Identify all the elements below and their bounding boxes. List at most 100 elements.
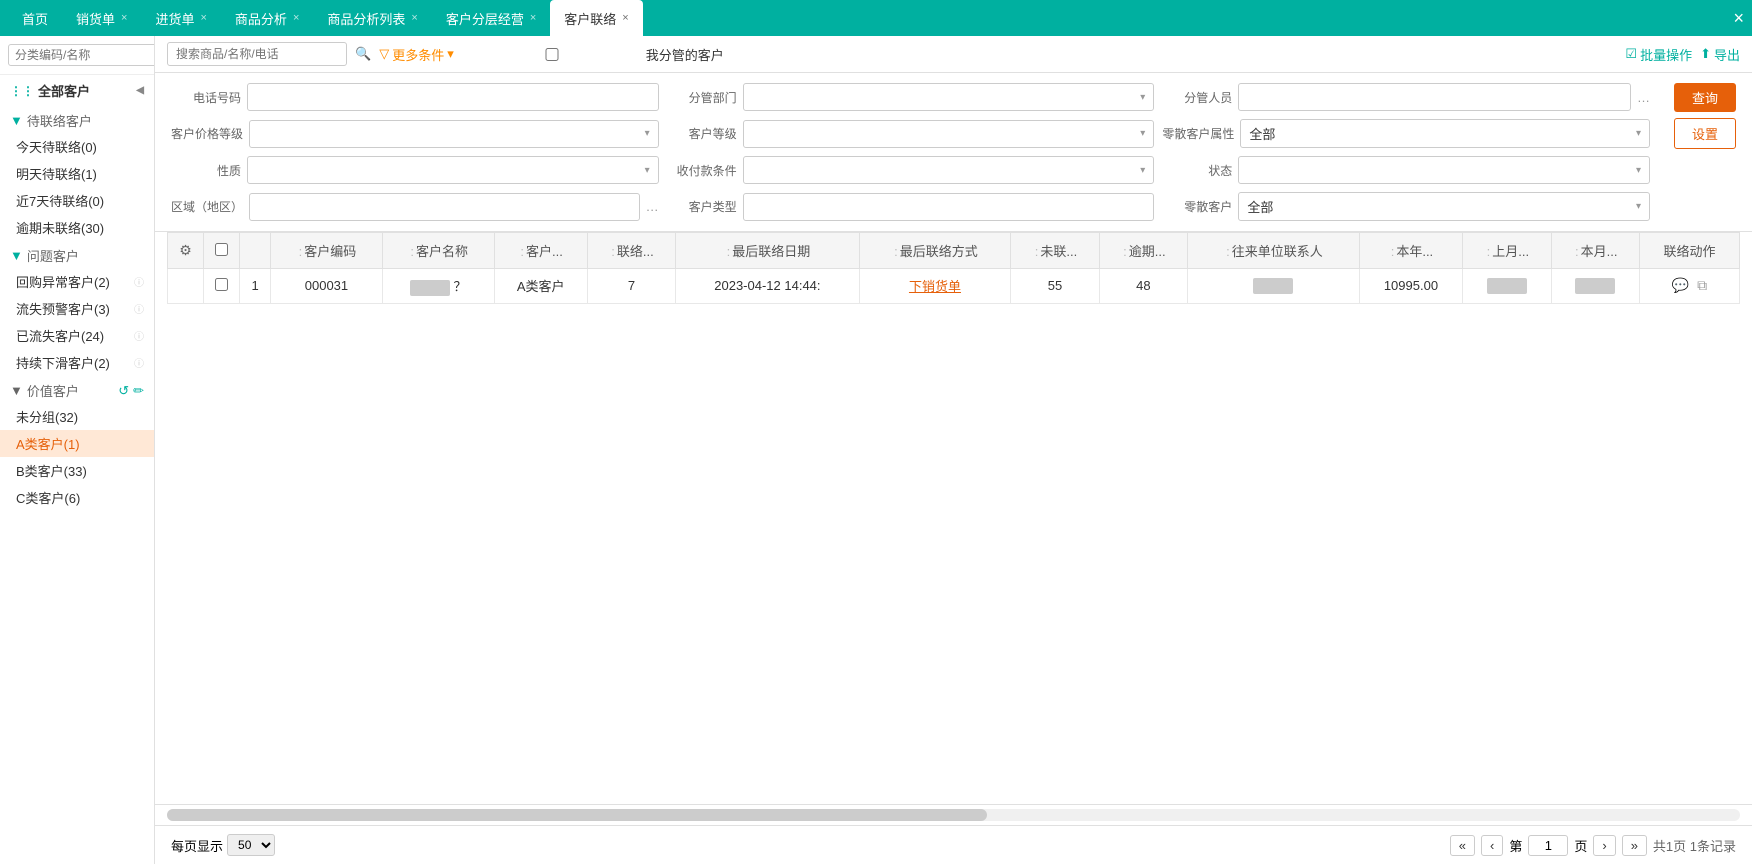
row-checkbox[interactable] bbox=[215, 278, 228, 291]
filter-row-1: 电话号码 分管部门 ▾ 分管人员 bbox=[171, 83, 1650, 111]
next-page-button[interactable]: › bbox=[1593, 835, 1615, 856]
th-index bbox=[240, 233, 271, 269]
filter-price-level: 客户价格等级 ▾ bbox=[171, 120, 659, 148]
sidebar-item-warning[interactable]: 流失预警客户(3) ⓘ bbox=[0, 295, 154, 322]
close-icon[interactable]: × bbox=[411, 12, 417, 24]
payment-select[interactable]: ▾ bbox=[743, 156, 1155, 184]
scrollbar-thumb[interactable] bbox=[167, 809, 987, 821]
last-method-link[interactable]: 下销货单 bbox=[909, 279, 961, 294]
filter-button[interactable]: ▽ 更多条件 ▾ bbox=[379, 45, 454, 64]
th-settings[interactable]: ⚙ bbox=[168, 233, 204, 269]
query-button[interactable]: 查询 bbox=[1674, 83, 1736, 112]
chevron-down-icon: ▾ bbox=[1636, 165, 1641, 176]
sidebar: 🔍 ⋮⋮ 全部客户 ◀ ▼ 待联络客户 今天待联络(0) 明天待联络(1) 近7… bbox=[0, 36, 155, 864]
sidebar-item-ungrouped[interactable]: 未分组(32) bbox=[0, 403, 154, 430]
close-all-button[interactable]: × bbox=[1733, 8, 1744, 29]
name-placeholder bbox=[410, 280, 450, 296]
sidebar-item-abnormal[interactable]: 回购异常客户(2) ⓘ bbox=[0, 268, 154, 295]
td-this-year: 10995.00 bbox=[1359, 269, 1462, 304]
th-company-contact: :往来单位联系人 bbox=[1188, 233, 1360, 269]
filter-buttons: 查询 设置 bbox=[1674, 83, 1736, 149]
sidebar-search-input[interactable] bbox=[8, 44, 155, 66]
company-contact-placeholder bbox=[1253, 278, 1293, 294]
info-icon: ⓘ bbox=[134, 274, 144, 289]
last-month-placeholder bbox=[1487, 278, 1527, 294]
td-last-method[interactable]: 下销货单 bbox=[859, 269, 1011, 304]
batch-button[interactable]: ☑ 批量操作 bbox=[1625, 45, 1692, 64]
price-level-select[interactable]: ▾ bbox=[249, 120, 659, 148]
sidebar-item-declining[interactable]: 持续下滑客户(2) ⓘ bbox=[0, 349, 154, 376]
refresh-icon[interactable]: ↺ bbox=[118, 383, 129, 399]
close-icon[interactable]: × bbox=[121, 12, 127, 24]
nature-select[interactable]: ▾ bbox=[247, 156, 659, 184]
td-settings bbox=[168, 269, 204, 304]
region-input[interactable] bbox=[249, 193, 640, 221]
type-input[interactable] bbox=[743, 193, 1155, 221]
nav-tab-purchase[interactable]: 进货单 × bbox=[141, 0, 220, 36]
dept-select[interactable]: ▾ bbox=[743, 83, 1155, 111]
close-icon[interactable]: × bbox=[293, 12, 299, 24]
first-page-button[interactable]: « bbox=[1450, 835, 1475, 856]
sidebar-item-lost[interactable]: 已流失客户(24) ⓘ bbox=[0, 322, 154, 349]
nav-tab-analysis[interactable]: 商品分析 × bbox=[221, 0, 313, 36]
export-button[interactable]: ⬆ 导出 bbox=[1700, 45, 1740, 64]
filter-phone: 电话号码 bbox=[171, 83, 659, 111]
sidebar-item-a-class[interactable]: A类客户(1) bbox=[0, 430, 154, 457]
filter-area: 电话号码 分管部门 ▾ 分管人员 bbox=[155, 73, 1752, 232]
sidebar-section-pending[interactable]: ▼ 待联络客户 bbox=[0, 106, 154, 133]
phone-input[interactable] bbox=[247, 83, 659, 111]
th-contact: :联络... bbox=[587, 233, 675, 269]
my-customer-check[interactable] bbox=[462, 48, 642, 61]
horizontal-scrollbar[interactable] bbox=[167, 809, 1740, 821]
more-dots-icon[interactable]: … bbox=[646, 199, 659, 214]
retail-attr-select[interactable]: 全部 ▾ bbox=[1240, 119, 1650, 148]
sidebar-item-today[interactable]: 今天待联络(0) bbox=[0, 133, 154, 160]
filter-row-3: 性质 ▾ 收付款条件 ▾ bbox=[171, 156, 1650, 184]
td-last-date: 2023-04-12 14:44: bbox=[676, 269, 859, 304]
sidebar-item-c-class[interactable]: C类客户(6) bbox=[0, 484, 154, 511]
chat-icon[interactable]: 💬 bbox=[1672, 277, 1689, 294]
nav-tab-sales[interactable]: 销货单 × bbox=[62, 0, 141, 36]
link-icon[interactable]: ⧉ bbox=[1697, 277, 1707, 294]
retail-select[interactable]: 全部 ▾ bbox=[1238, 192, 1650, 221]
chevron-down-icon: ▾ bbox=[1636, 201, 1641, 212]
filter-manager: 分管人员 … bbox=[1162, 83, 1650, 111]
search-icon[interactable]: 🔍 bbox=[355, 46, 371, 62]
my-customer-checkbox[interactable]: 我分管的客户 bbox=[462, 45, 724, 64]
edit-icon[interactable]: ✏ bbox=[133, 383, 144, 399]
sidebar-item-overdue[interactable]: 逾期未联络(30) bbox=[0, 214, 154, 241]
th-overdue: :逾期... bbox=[1099, 233, 1187, 269]
sidebar-item-7days[interactable]: 近7天待联络(0) bbox=[0, 187, 154, 214]
nav-tab-home[interactable]: 首页 bbox=[8, 0, 62, 36]
filter-nature: 性质 ▾ bbox=[171, 156, 659, 184]
select-all-checkbox[interactable] bbox=[215, 243, 228, 256]
per-page-select[interactable]: 50 bbox=[227, 834, 275, 856]
manager-input[interactable] bbox=[1238, 83, 1631, 111]
status-select[interactable]: ▾ bbox=[1238, 156, 1650, 184]
close-icon[interactable]: × bbox=[530, 12, 536, 24]
td-action: 💬 ⧉ bbox=[1639, 269, 1739, 304]
sidebar-all-customers[interactable]: ⋮⋮ 全部客户 ◀ bbox=[0, 75, 154, 106]
page-input[interactable] bbox=[1528, 835, 1568, 856]
td-this-month bbox=[1551, 269, 1639, 304]
prev-page-button[interactable]: ‹ bbox=[1481, 835, 1503, 856]
table-row: 1 000031 ？ A类客户 7 2023-04-12 14:44: 下销货单… bbox=[168, 269, 1740, 304]
sidebar-item-b-class[interactable]: B类客户(33) bbox=[0, 457, 154, 484]
sidebar-section-problem[interactable]: ▼ 问题客户 bbox=[0, 241, 154, 268]
sidebar-collapse-icon[interactable]: ◀ bbox=[136, 85, 144, 96]
th-last-month: :上月... bbox=[1463, 233, 1551, 269]
close-icon[interactable]: × bbox=[622, 12, 628, 24]
nav-tab-customer-contact[interactable]: 客户联络 × bbox=[550, 0, 642, 36]
nav-tab-analysis-list[interactable]: 商品分析列表 × bbox=[313, 0, 431, 36]
more-dots-icon[interactable]: … bbox=[1637, 90, 1650, 105]
customer-level-select[interactable]: ▾ bbox=[743, 120, 1155, 148]
gear-icon[interactable]: ⚙ bbox=[179, 242, 192, 258]
search-input[interactable] bbox=[167, 42, 347, 66]
filter-row-4: 区域（地区） … 客户类型 零散客户 全部 ▾ bbox=[171, 192, 1650, 221]
nav-tab-customer-seg[interactable]: 客户分层经营 × bbox=[432, 0, 550, 36]
last-page-button[interactable]: » bbox=[1622, 835, 1647, 856]
customer-table: ⚙ :客户编码 :客户名称 :客户... :联络... :最后联络日期 :最后联… bbox=[167, 232, 1740, 304]
settings-button[interactable]: 设置 bbox=[1674, 118, 1736, 149]
close-icon[interactable]: × bbox=[200, 12, 206, 24]
sidebar-item-tomorrow[interactable]: 明天待联络(1) bbox=[0, 160, 154, 187]
